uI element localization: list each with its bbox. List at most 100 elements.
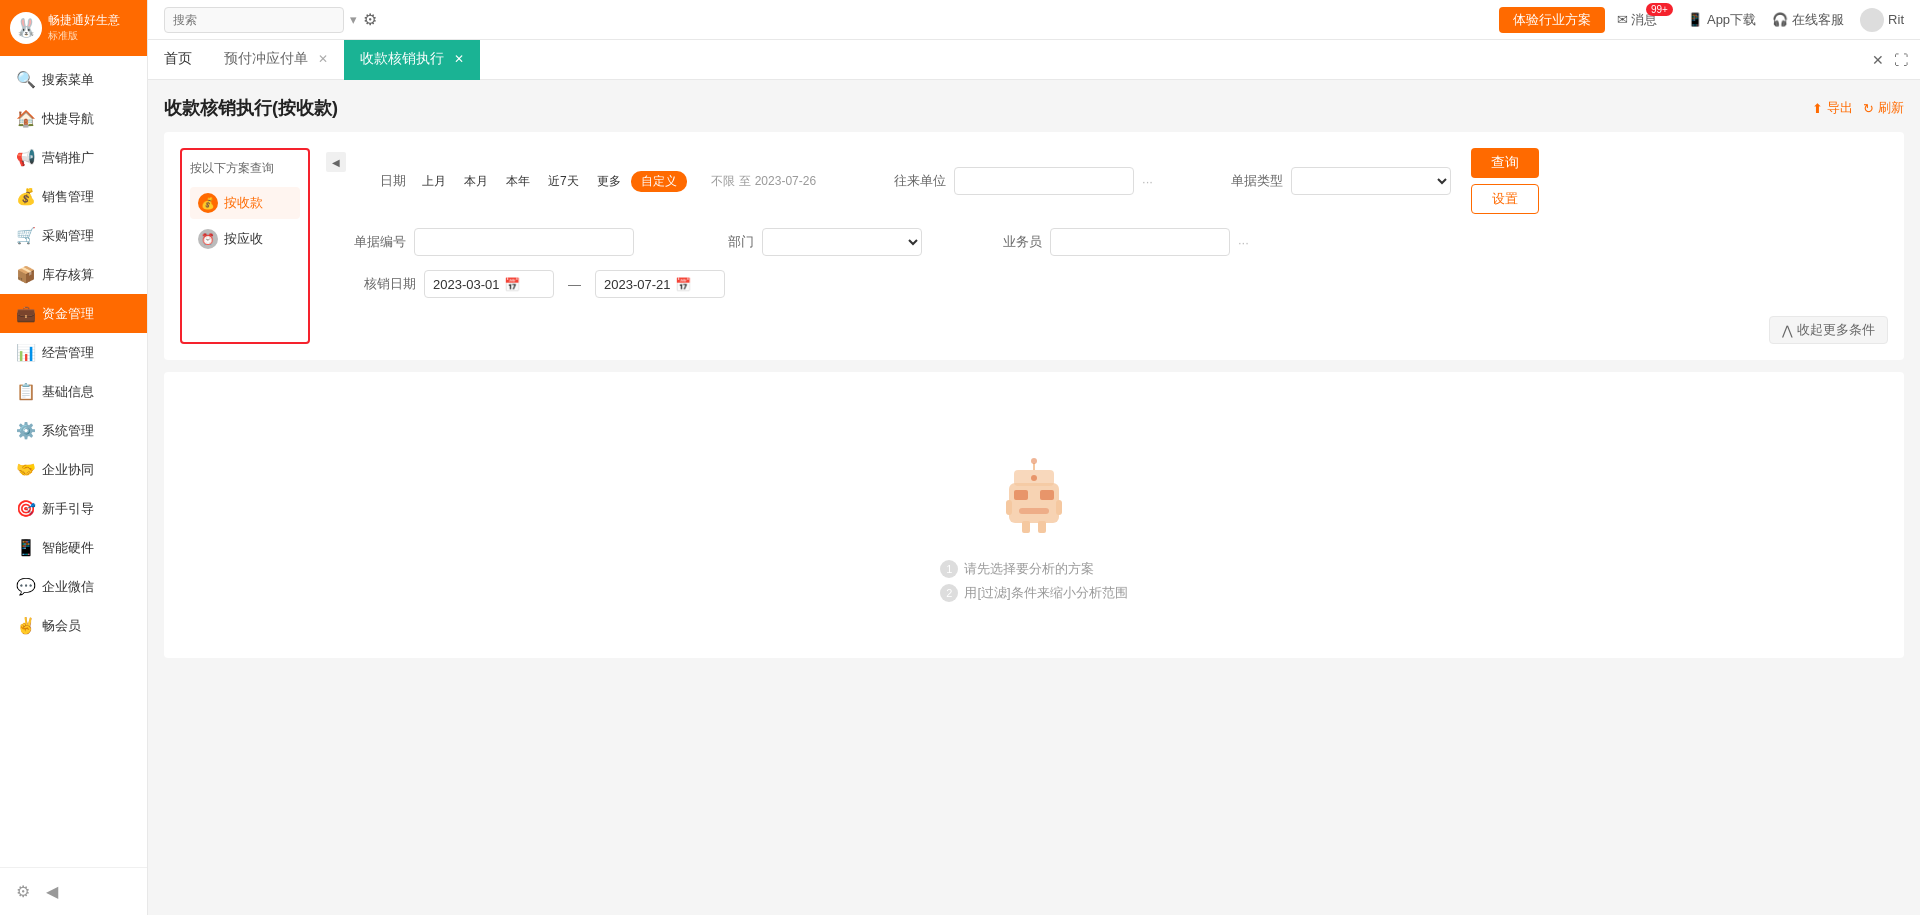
date-btn-this-month[interactable]: 本月 bbox=[456, 171, 496, 192]
top-header: ▾ ⚙ 体验行业方案 ✉ 消息 99+ 📱 App下载 🎧 在线客服 Rit bbox=[148, 0, 1920, 40]
empty-tip-2: 2 用[过滤]条件来缩小分析范围 bbox=[940, 584, 1127, 602]
sidebar-footer: ⚙ ◀ bbox=[0, 867, 147, 915]
date-btn-custom[interactable]: 自定义 bbox=[631, 171, 687, 192]
staff-input[interactable] bbox=[1050, 228, 1230, 256]
tab-bar: 首页 预付冲应付单 ✕ 收款核销执行 ✕ ✕ ⛶ bbox=[148, 40, 1920, 80]
date-btn-last-month[interactable]: 上月 bbox=[414, 171, 454, 192]
svg-rect-4 bbox=[1006, 500, 1012, 515]
header-online-service[interactable]: 🎧 在线客服 bbox=[1772, 11, 1844, 29]
date-btn-this-year[interactable]: 本年 bbox=[498, 171, 538, 192]
verify-date-end-calendar-icon[interactable]: 📅 bbox=[675, 277, 691, 292]
refresh-button[interactable]: ↻ 刷新 bbox=[1863, 99, 1904, 117]
filter-row-3: 核销日期 2023-03-01 📅 — 2023-07-21 📅 bbox=[346, 270, 1888, 298]
sidebar-item-system[interactable]: ⚙️ 系统管理 bbox=[0, 411, 147, 450]
sales-icon: 💰 bbox=[16, 187, 34, 206]
tab-prepay-close[interactable]: ✕ bbox=[318, 52, 328, 66]
hardware-icon: 📱 bbox=[16, 538, 34, 557]
refresh-icon: ↻ bbox=[1863, 101, 1874, 116]
verify-date-start-box[interactable]: 2023-03-01 📅 bbox=[424, 270, 554, 298]
filter-option-by-receipt[interactable]: 💰 按收款 bbox=[190, 187, 300, 219]
header-chevron-icon[interactable]: ▾ bbox=[350, 12, 357, 27]
staff-dots-btn[interactable]: ··· bbox=[1238, 235, 1249, 250]
sidebar-item-quick-nav[interactable]: 🏠 快捷导航 bbox=[0, 99, 147, 138]
settings-button[interactable]: 设置 bbox=[1471, 184, 1539, 214]
counterpart-input[interactable] bbox=[954, 167, 1134, 195]
sidebar-item-search-menu[interactable]: 🔍 搜索菜单 bbox=[0, 60, 147, 99]
system-icon: ⚙️ bbox=[16, 421, 34, 440]
filter-sidebar: 按以下方案查询 💰 按收款 ⏰ 按应收 bbox=[180, 148, 310, 344]
svg-rect-0 bbox=[1009, 483, 1059, 523]
svg-point-9 bbox=[1031, 475, 1037, 481]
sidebar-item-sales[interactable]: 💰 销售管理 bbox=[0, 177, 147, 216]
sidebar-item-guide[interactable]: 🎯 新手引导 bbox=[0, 489, 147, 528]
page-title: 收款核销执行(按收款) bbox=[164, 96, 338, 120]
date-btn-7days[interactable]: 近7天 bbox=[540, 171, 587, 192]
bill-type-select[interactable] bbox=[1291, 167, 1451, 195]
svg-rect-6 bbox=[1022, 521, 1030, 533]
tab-close-all-btn[interactable]: ✕ bbox=[1872, 52, 1884, 68]
filter-receipt-icon: 💰 bbox=[198, 193, 218, 213]
verify-date-start-calendar-icon[interactable]: 📅 bbox=[504, 277, 520, 292]
date-btn-more[interactable]: 更多 bbox=[589, 171, 629, 192]
sidebar-item-inventory[interactable]: 📦 库存核算 bbox=[0, 255, 147, 294]
verify-date-end-box[interactable]: 2023-07-21 📅 bbox=[595, 270, 725, 298]
sidebar-item-enterprise[interactable]: 🤝 企业协同 bbox=[0, 450, 147, 489]
operations-icon: 📊 bbox=[16, 343, 34, 362]
filter-bill-type-field: 单据类型 bbox=[1213, 167, 1451, 195]
sidebar-item-finance[interactable]: 💼 资金管理 bbox=[0, 294, 147, 333]
main-area: ▾ ⚙ 体验行业方案 ✉ 消息 99+ 📱 App下载 🎧 在线客服 Rit bbox=[148, 0, 1920, 915]
tab-home[interactable]: 首页 bbox=[148, 40, 208, 80]
header-user[interactable]: Rit bbox=[1860, 8, 1904, 32]
sidebar-settings-btn[interactable]: ⚙ bbox=[16, 882, 30, 901]
header-search-input[interactable] bbox=[164, 7, 344, 33]
sidebar-item-marketing[interactable]: 📢 营销推广 bbox=[0, 138, 147, 177]
header-messages[interactable]: ✉ 消息 99+ bbox=[1617, 11, 1657, 29]
header-gear-icon[interactable]: ⚙ bbox=[363, 10, 377, 29]
service-icon: 🎧 bbox=[1772, 12, 1788, 27]
sidebar-item-wechat[interactable]: 💬 企业微信 bbox=[0, 567, 147, 606]
tab-prepay[interactable]: 预付冲应付单 ✕ bbox=[208, 40, 344, 80]
filter-row-2: 单据编号 部门 业务员 ··· bbox=[346, 228, 1888, 256]
app-icon: 📱 bbox=[1687, 12, 1703, 27]
search-menu-icon: 🔍 bbox=[16, 70, 34, 89]
vip-icon: ✌️ bbox=[16, 616, 34, 635]
header-right: ✉ 消息 99+ 📱 App下载 🎧 在线客服 Rit bbox=[1617, 8, 1904, 32]
billno-input[interactable] bbox=[414, 228, 634, 256]
basic-info-icon: 📋 bbox=[16, 382, 34, 401]
tab-receipts-close[interactable]: ✕ bbox=[454, 52, 464, 66]
enterprise-icon: 🤝 bbox=[16, 460, 34, 479]
tab-receipts[interactable]: 收款核销执行 ✕ bbox=[344, 40, 480, 80]
filter-collapse-btn[interactable]: ◀ bbox=[326, 152, 346, 172]
page-title-actions: ⬆ 导出 ↻ 刷新 bbox=[1812, 99, 1904, 117]
guide-icon: 🎯 bbox=[16, 499, 34, 518]
svg-rect-1 bbox=[1014, 490, 1028, 500]
tab-expand-btn[interactable]: ⛶ bbox=[1894, 52, 1908, 68]
quick-nav-icon: 🏠 bbox=[16, 109, 34, 128]
user-avatar bbox=[1860, 8, 1884, 32]
sidebar-item-hardware[interactable]: 📱 智能硬件 bbox=[0, 528, 147, 567]
dept-select[interactable] bbox=[762, 228, 922, 256]
header-search-area: ▾ ⚙ bbox=[164, 7, 1487, 33]
sidebar-item-operations[interactable]: 📊 经营管理 bbox=[0, 333, 147, 372]
sidebar-item-basic-info[interactable]: 📋 基础信息 bbox=[0, 372, 147, 411]
sidebar-item-purchase[interactable]: 🛒 采购管理 bbox=[0, 216, 147, 255]
export-button[interactable]: ⬆ 导出 bbox=[1812, 99, 1853, 117]
sidebar: 🐰 畅捷通好生意 标准版 🔍 搜索菜单 🏠 快捷导航 📢 营销推广 💰 销售管理… bbox=[0, 0, 148, 915]
svg-rect-3 bbox=[1019, 508, 1049, 514]
purchase-icon: 🛒 bbox=[16, 226, 34, 245]
filter-option-by-receivable[interactable]: ⏰ 按应收 bbox=[190, 223, 300, 255]
header-app-download[interactable]: 📱 App下载 bbox=[1687, 11, 1756, 29]
collapse-more-icon: ⋀ bbox=[1782, 323, 1793, 338]
sidebar-item-vip[interactable]: ✌️ 畅会员 bbox=[0, 606, 147, 645]
filter-staff-field: 业务员 ··· bbox=[982, 228, 1249, 256]
tab-actions: ✕ ⛶ bbox=[1860, 52, 1920, 68]
date-quick-btns: 上月 本月 本年 近7天 更多 自定义 bbox=[414, 171, 687, 192]
collapse-more-row: ⋀ 收起更多条件 bbox=[346, 316, 1888, 344]
page-title-bar: 收款核销执行(按收款) ⬆ 导出 ↻ 刷新 bbox=[164, 96, 1904, 120]
collapse-more-button[interactable]: ⋀ 收起更多条件 bbox=[1769, 316, 1888, 344]
action-buttons: 查询 设置 bbox=[1471, 148, 1539, 214]
header-plan-button[interactable]: 体验行业方案 bbox=[1499, 7, 1605, 33]
sidebar-collapse-btn[interactable]: ◀ bbox=[46, 882, 58, 901]
counterpart-dots-btn[interactable]: ··· bbox=[1142, 174, 1153, 189]
query-button[interactable]: 查询 bbox=[1471, 148, 1539, 178]
